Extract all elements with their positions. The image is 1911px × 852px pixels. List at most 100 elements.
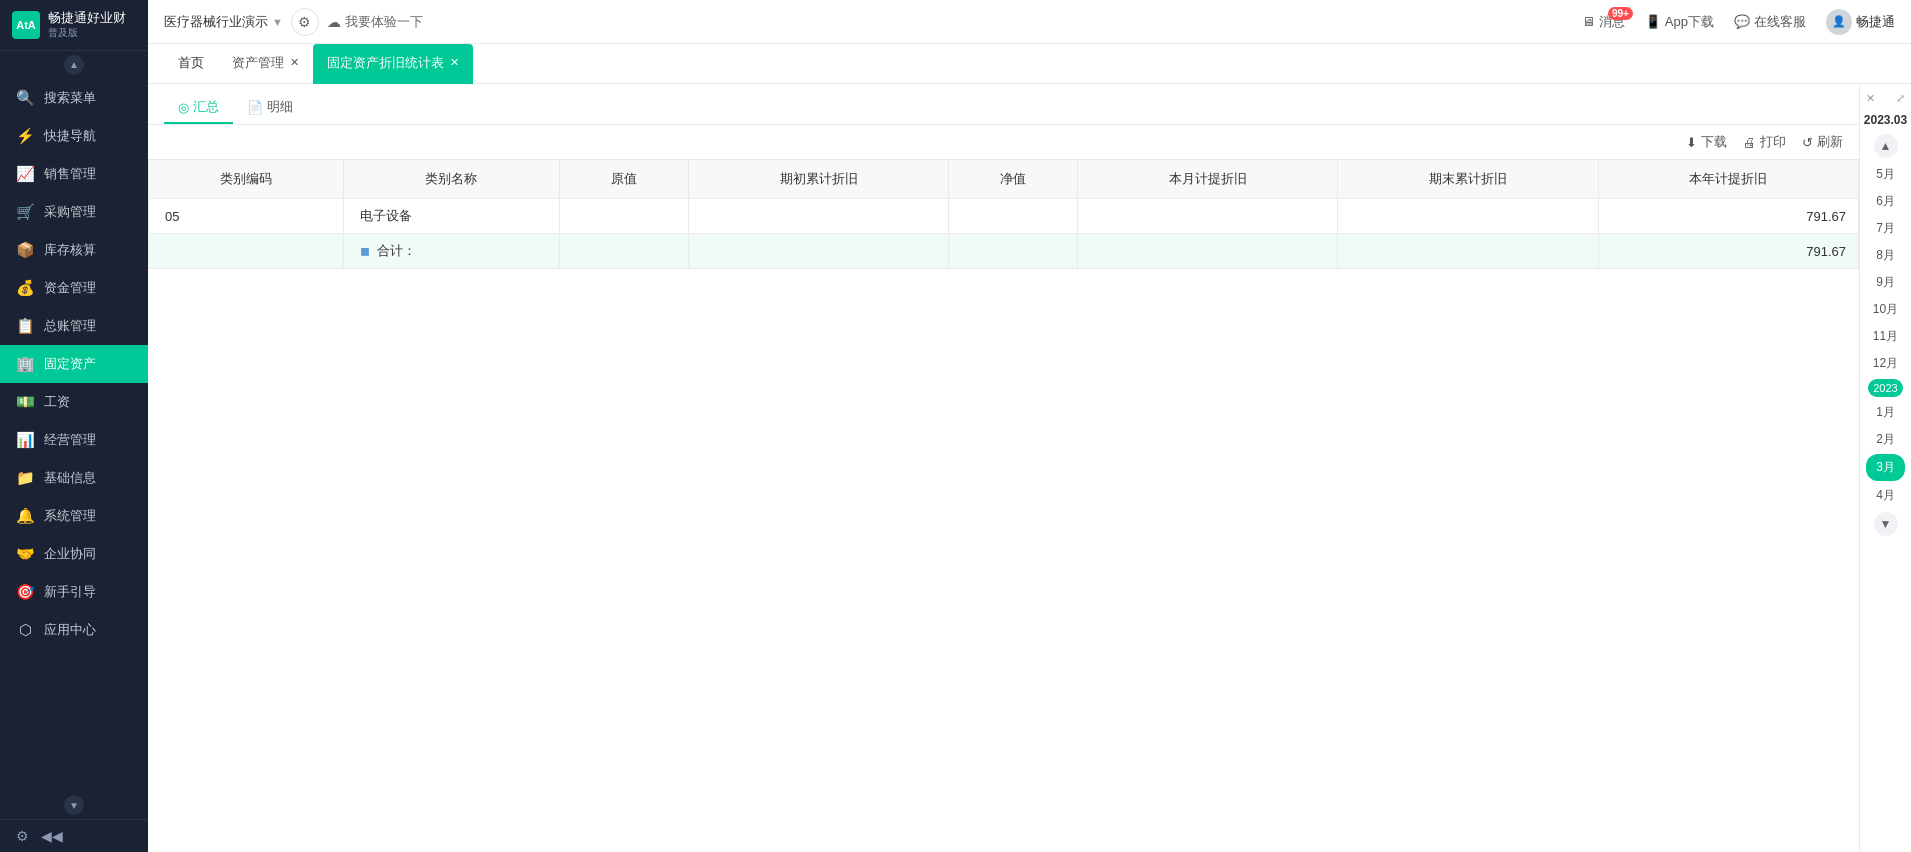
subtotal-code <box>149 234 344 269</box>
scroll-down-arrow[interactable]: ▼ <box>64 795 84 815</box>
content-main: ◎ 汇总 📄 明细 ⬇ 下载 🖨 打印 ↺ <box>148 84 1859 852</box>
table-header-row: 类别编码 类别名称 原值 期初累计折旧 净值 本月计提折旧 期末累计折旧 本年计… <box>149 160 1859 199</box>
sidebar-item-basic-info[interactable]: 📁 基础信息 <box>0 459 148 497</box>
sales-icon: 📈 <box>16 165 34 183</box>
experience-label: 我要体验一下 <box>345 13 423 31</box>
purchase-icon: 🛒 <box>16 203 34 221</box>
sidebar-item-system[interactable]: 🔔 系统管理 <box>0 497 148 535</box>
scroll-up-arrow[interactable]: ▲ <box>64 55 84 75</box>
right-panel-close[interactable]: ✕ <box>1866 92 1875 105</box>
right-panel: ✕ ⤢ 2023.03 ▲ 5月 6月 7月 8月 9月 10月 11月 12月… <box>1859 84 1911 852</box>
month-6[interactable]: 6月 <box>1860 188 1911 215</box>
sidebar-item-inventory[interactable]: 📦 库存核算 <box>0 231 148 269</box>
inventory-icon: 📦 <box>16 241 34 259</box>
message-button[interactable]: 🖥 消息 99+ <box>1582 13 1625 31</box>
download-button[interactable]: ⬇ 下载 <box>1686 133 1727 151</box>
print-button[interactable]: 🖨 打印 <box>1743 133 1786 151</box>
col-original: 原值 <box>559 160 688 199</box>
sub-tab-summary[interactable]: ◎ 汇总 <box>164 92 233 124</box>
sidebar-item-search[interactable]: 🔍 搜索菜单 <box>0 79 148 117</box>
panel-nav-up[interactable]: ▲ <box>1874 134 1898 158</box>
company-selector[interactable]: 医疗器械行业演示 ▼ <box>164 13 283 31</box>
refresh-button[interactable]: ↺ 刷新 <box>1802 133 1843 151</box>
detail-tab-icon: 📄 <box>247 100 263 115</box>
sidebar-logo: AtA 畅捷通好业财 普及版 <box>0 0 148 51</box>
subtotal-net <box>949 234 1078 269</box>
tab-home[interactable]: 首页 <box>164 44 218 84</box>
month-2[interactable]: 2月 <box>1860 426 1911 453</box>
row-original <box>559 199 688 234</box>
depreciation-table: 类别编码 类别名称 原值 期初累计折旧 净值 本月计提折旧 期末累计折旧 本年计… <box>148 159 1859 269</box>
right-panel-header: ✕ ⤢ <box>1860 88 1911 109</box>
month-4[interactable]: 4月 <box>1860 482 1911 509</box>
sidebar-item-operations[interactable]: 📊 经营管理 <box>0 421 148 459</box>
year-2023[interactable]: 2023 <box>1868 379 1903 397</box>
month-3-current[interactable]: 3月 <box>1866 454 1905 481</box>
experience-button[interactable]: ☁ 我要体验一下 <box>327 13 423 31</box>
refresh-icon: ↺ <box>1802 135 1813 150</box>
tab-depreciation-table[interactable]: 固定资产折旧统计表 ✕ <box>313 44 473 84</box>
sidebar-item-quick-nav[interactable]: ⚡ 快捷导航 <box>0 117 148 155</box>
customer-service-button[interactable]: 💬 在线客服 <box>1734 13 1806 31</box>
main-area: 医疗器械行业演示 ▼ ⚙ ☁ 我要体验一下 🖥 消息 99+ 📱 App下载 💬… <box>148 0 1911 852</box>
enterprise-icon: 🤝 <box>16 545 34 563</box>
row-name: 电子设备 <box>343 199 559 234</box>
quick-nav-icon: ⚡ <box>16 127 34 145</box>
app-download-label: App下载 <box>1665 13 1714 31</box>
sidebar-item-ledger[interactable]: 📋 总账管理 <box>0 307 148 345</box>
month-5[interactable]: 5月 <box>1860 161 1911 188</box>
row-end-accum <box>1338 199 1598 234</box>
settings-icon[interactable]: ⚙ <box>16 828 29 844</box>
sidebar-item-finance[interactable]: 💰 资金管理 <box>0 269 148 307</box>
sidebar-item-purchase[interactable]: 🛒 采购管理 <box>0 193 148 231</box>
tab-close-asset-mgmt[interactable]: ✕ <box>290 56 299 69</box>
scroll-down-indicator[interactable]: ▼ <box>0 791 148 819</box>
month-11[interactable]: 11月 <box>1860 323 1911 350</box>
subtotal-annual: 791.67 <box>1598 234 1858 269</box>
month-7[interactable]: 7月 <box>1860 215 1911 242</box>
company-dropdown-icon: ▼ <box>272 16 283 28</box>
subtotal-initial-accum <box>688 234 948 269</box>
customer-service-icon: 💬 <box>1734 14 1750 29</box>
sidebar-item-guide[interactable]: 🎯 新手引导 <box>0 573 148 611</box>
app-download-button[interactable]: 📱 App下载 <box>1645 13 1714 31</box>
fixed-assets-icon: 🏢 <box>16 355 34 373</box>
tab-close-depreciation[interactable]: ✕ <box>450 56 459 69</box>
settings-button[interactable]: ⚙ <box>291 8 319 36</box>
user-avatar: 👤 <box>1826 9 1852 35</box>
col-code: 类别编码 <box>149 160 344 199</box>
panel-nav-down[interactable]: ▼ <box>1874 512 1898 536</box>
payroll-icon: 💵 <box>16 393 34 411</box>
month-12[interactable]: 12月 <box>1860 350 1911 377</box>
collapse-icon[interactable]: ◀◀ <box>41 828 63 844</box>
sidebar-item-enterprise[interactable]: 🤝 企业协同 <box>0 535 148 573</box>
header-right: 🖥 消息 99+ 📱 App下载 💬 在线客服 👤 畅捷通 <box>1582 9 1895 35</box>
sidebar-item-app-center[interactable]: ⬡ 应用中心 <box>0 611 148 649</box>
tab-asset-mgmt[interactable]: 资产管理 ✕ <box>218 44 313 84</box>
month-9[interactable]: 9月 <box>1860 269 1911 296</box>
table-subtotal-row: ◼ 合计： 791.67 <box>149 234 1859 269</box>
app-logo-text: 畅捷通好业财 普及版 <box>48 10 126 40</box>
tab-bar: 首页 资产管理 ✕ 固定资产折旧统计表 ✕ <box>148 44 1911 84</box>
cloud-icon: ☁ <box>327 14 341 30</box>
sidebar-item-fixed-assets[interactable]: 🏢 固定资产 <box>0 345 148 383</box>
customer-service-label: 在线客服 <box>1754 13 1806 31</box>
right-panel-expand[interactable]: ⤢ <box>1896 92 1905 105</box>
month-1[interactable]: 1月 <box>1860 399 1911 426</box>
col-net: 净值 <box>949 160 1078 199</box>
row-code: 05 <box>149 199 344 234</box>
col-initial-accum: 期初累计折旧 <box>688 160 948 199</box>
summary-tab-icon: ◎ <box>178 100 189 115</box>
user-profile[interactable]: 👤 畅捷通 <box>1826 9 1895 35</box>
subtotal-end-accum <box>1338 234 1598 269</box>
system-icon: 🔔 <box>16 507 34 525</box>
sidebar-item-payroll[interactable]: 💵 工资 <box>0 383 148 421</box>
row-annual: 791.67 <box>1598 199 1858 234</box>
month-8[interactable]: 8月 <box>1860 242 1911 269</box>
month-10[interactable]: 10月 <box>1860 296 1911 323</box>
sub-tab-detail[interactable]: 📄 明细 <box>233 92 307 124</box>
scroll-up-indicator[interactable]: ▲ <box>0 51 148 79</box>
sidebar-item-sales[interactable]: 📈 销售管理 <box>0 155 148 193</box>
guide-icon: 🎯 <box>16 583 34 601</box>
finance-icon: 💰 <box>16 279 34 297</box>
